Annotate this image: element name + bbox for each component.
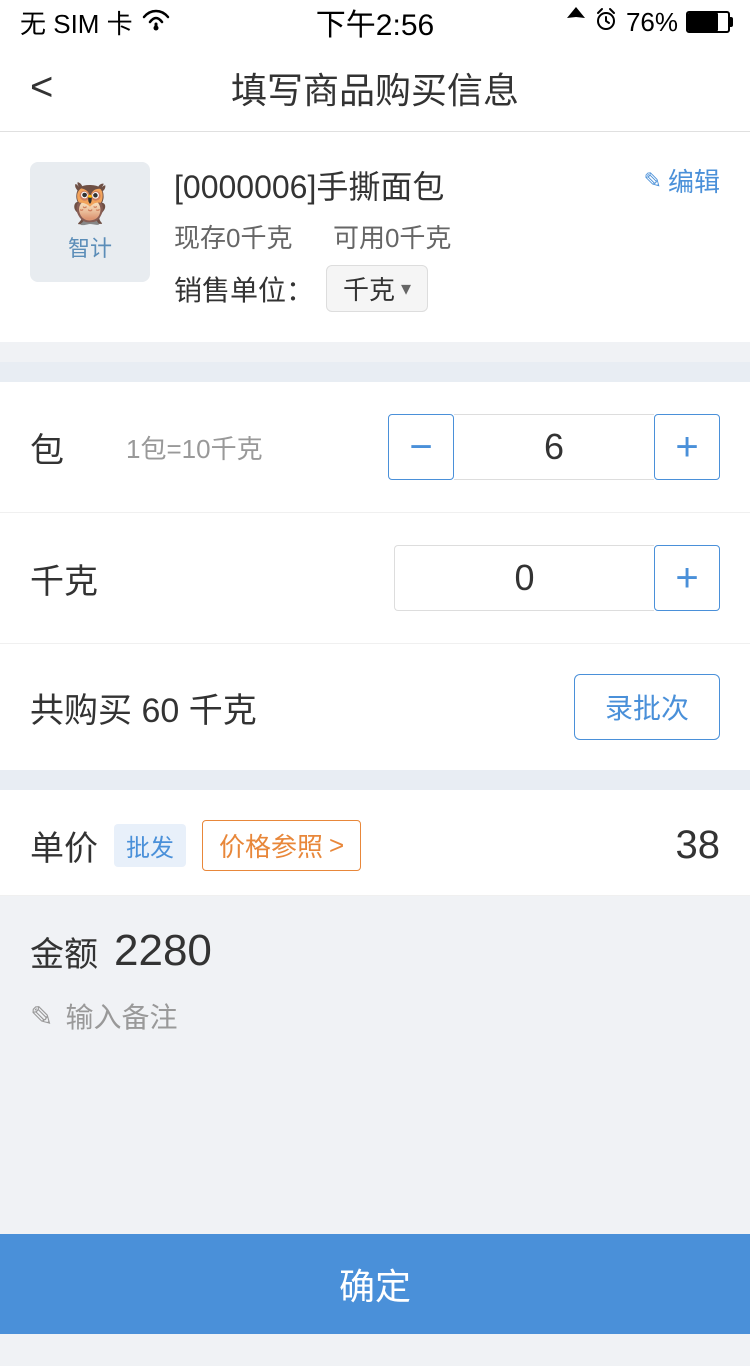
product-logo-icon: 🦉 [65, 180, 115, 227]
unit-label: 销售单位： [174, 269, 314, 309]
confirm-button[interactable]: 确定 [0, 1234, 750, 1334]
product-logo-label: 智计 [68, 236, 112, 261]
quantity-label-1: 千克 [30, 554, 110, 603]
nav-bar: < 填写商品购买信息 [0, 44, 750, 132]
battery-text: 76% [626, 7, 678, 38]
carrier-text: 无 SIM 卡 [20, 4, 133, 41]
unit-arrow-icon: ▾ [401, 276, 411, 301]
edit-button[interactable]: ✎ 编辑 [644, 162, 720, 199]
section-separator-2 [0, 770, 750, 790]
quantity-minus-button-0[interactable]: − [388, 414, 454, 480]
quantity-input-0[interactable] [454, 414, 654, 480]
product-stock: 现存0千克 可用0千克 [174, 218, 720, 255]
summary-unit: 千克 [189, 692, 257, 730]
status-bar: 无 SIM 卡 下午2:56 76% [0, 0, 750, 44]
edit-label: 编辑 [668, 162, 720, 199]
batch-button[interactable]: 录批次 [574, 674, 720, 740]
status-time: 下午2:56 [316, 0, 434, 44]
summary-label: 共购买 [30, 692, 132, 730]
remark-row[interactable]: ✎ 输入备注 [30, 996, 720, 1036]
quantity-input-1[interactable] [394, 545, 654, 611]
summary-row: 共购买 60 千克 录批次 [0, 644, 750, 770]
quantity-control-0: − + [388, 414, 720, 480]
price-ref-label: 价格参照 [219, 827, 323, 864]
price-label: 单价 [30, 821, 98, 870]
product-name: [0000006]手撕面包 [174, 162, 720, 208]
available-text: 可用0千克 [333, 223, 451, 253]
quantity-row-0: 包 1包=10千克 − + [0, 382, 750, 513]
edit-icon: ✎ [644, 168, 662, 194]
summary-value: 60 [141, 692, 179, 730]
price-section: 单价 批发 价格参照 > 38 [0, 790, 750, 896]
battery-icon [686, 11, 730, 33]
summary-text: 共购买 60 千克 [30, 683, 257, 732]
amount-label: 金额 [30, 927, 98, 976]
price-reference-button[interactable]: 价格参照 > [202, 820, 361, 871]
price-value: 38 [676, 823, 721, 868]
product-info: [0000006]手撕面包 现存0千克 可用0千克 销售单位： 千克 ▾ [174, 162, 720, 312]
confirm-button-label: 确定 [339, 1258, 411, 1310]
quantity-section: 包 1包=10千克 − + 千克 + [0, 382, 750, 644]
stock-text: 现存0千克 [174, 223, 292, 253]
unit-selector[interactable]: 千克 ▾ [326, 265, 428, 312]
alarm-icon [594, 7, 618, 38]
pencil-icon: ✎ [30, 1000, 53, 1033]
quantity-plus-button-1[interactable]: + [654, 545, 720, 611]
remark-placeholder: 输入备注 [65, 996, 177, 1036]
unit-value: 千克 [343, 270, 395, 307]
product-image: 🦉 智计 [30, 162, 150, 282]
quantity-row-1: 千克 + [0, 513, 750, 644]
wifi-icon [141, 7, 171, 38]
back-button[interactable]: < [30, 65, 53, 110]
quantity-plus-button-0[interactable]: + [654, 414, 720, 480]
location-icon [566, 6, 586, 39]
status-left: 无 SIM 卡 [20, 4, 171, 41]
amount-row: 金额 2280 [30, 926, 720, 976]
quantity-label-0: 包 [30, 423, 110, 472]
quantity-hint-0: 1包=10千克 [126, 429, 388, 466]
amount-section: 金额 2280 ✎ 输入备注 [0, 896, 750, 1066]
page-title: 填写商品购买信息 [231, 62, 519, 114]
quantity-control-1: + [394, 545, 720, 611]
price-row: 单价 批发 价格参照 > 38 [30, 820, 720, 871]
amount-value: 2280 [114, 926, 212, 976]
price-ref-arrow-icon: > [329, 830, 344, 861]
status-right: 76% [566, 6, 730, 39]
price-tag: 批发 [114, 824, 186, 867]
product-unit-row: 销售单位： 千克 ▾ [174, 265, 720, 312]
product-card: 🦉 智计 [0000006]手撕面包 现存0千克 可用0千克 销售单位： 千克 … [0, 132, 750, 342]
price-left: 单价 批发 价格参照 > [30, 820, 361, 871]
section-separator-1 [0, 362, 750, 382]
